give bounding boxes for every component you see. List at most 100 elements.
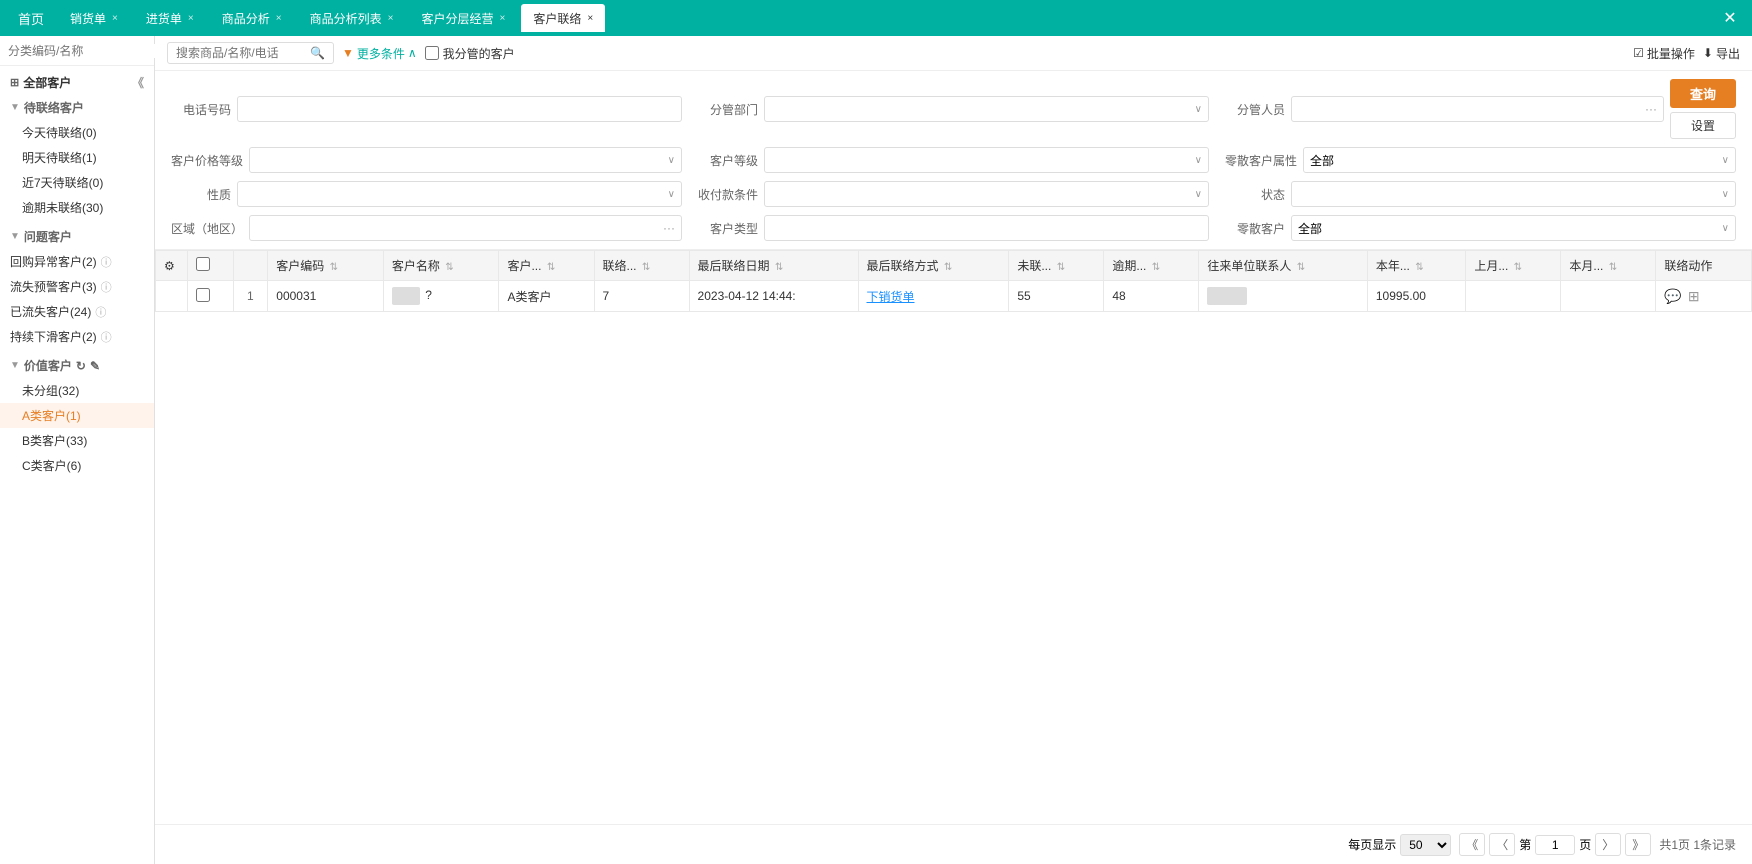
sidebar-search-input[interactable]	[8, 44, 163, 58]
sort-this-year-icon[interactable]: ⇅	[1415, 262, 1423, 273]
info-icon-declining[interactable]: ⓘ	[101, 329, 112, 345]
page-label: 第	[1519, 836, 1531, 853]
sort-last-date-icon[interactable]: ⇅	[775, 262, 783, 273]
filter-search-input[interactable]	[176, 46, 306, 60]
status-label: 状态	[1225, 186, 1285, 203]
page-number-input[interactable]	[1535, 835, 1575, 855]
sidebar-item-churn-warning[interactable]: 流失预警客户(3) ⓘ	[0, 274, 154, 299]
tab-sales-order[interactable]: 销货单 ×	[58, 4, 130, 32]
customer-grade-input[interactable]: ∨	[764, 147, 1209, 173]
value-customers-label: 价值客户	[24, 357, 72, 374]
info-icon-churned[interactable]: ⓘ	[95, 304, 106, 320]
my-customers-check[interactable]	[425, 46, 439, 60]
filter-row-status: 状态 ∨	[1225, 181, 1736, 207]
sidebar-item-ungrouped[interactable]: 未分组(32)	[0, 378, 154, 403]
sidebar-item-today-contact[interactable]: 今天待联络(0)	[0, 120, 154, 145]
col-settings[interactable]: ⚙	[156, 251, 188, 281]
value-customers-group-label[interactable]: ▼ 价值客户 ↻ ✎	[0, 353, 154, 378]
info-icon-repurchase[interactable]: ⓘ	[101, 254, 112, 270]
home-tab[interactable]: 首页	[8, 9, 54, 28]
export-button[interactable]: ⬇ 导出	[1703, 45, 1740, 62]
tab-purchase-order[interactable]: 进货单 ×	[134, 4, 206, 32]
price-grade-input[interactable]: ∨	[249, 147, 682, 173]
query-button[interactable]: 查询	[1670, 79, 1736, 108]
sidebar-item-class-c[interactable]: C类客户(6)	[0, 453, 154, 478]
sort-uncontact-icon[interactable]: ⇅	[1057, 262, 1065, 273]
batch-operation-button[interactable]: ☑ 批量操作	[1633, 45, 1695, 62]
problem-customers-group-label[interactable]: ▼ 问题客户	[0, 224, 154, 249]
sort-last-month-icon[interactable]: ⇅	[1514, 262, 1522, 273]
first-page-button[interactable]: 《	[1459, 833, 1485, 856]
sidebar-item-churned[interactable]: 已流失客户(24) ⓘ	[0, 299, 154, 324]
prev-page-button[interactable]: 〈	[1489, 833, 1515, 856]
pending-contact-label: 待联络客户	[24, 99, 84, 116]
more-conditions-button[interactable]: ▼ 更多条件 ∧	[342, 45, 417, 62]
row-select-checkbox[interactable]	[196, 288, 210, 302]
sort-code-icon[interactable]: ⇅	[330, 262, 338, 273]
price-grade-arrow-icon: ∨	[668, 155, 675, 166]
link-icon[interactable]: ⊞	[1688, 288, 1700, 305]
status-input[interactable]: ∨	[1291, 181, 1736, 207]
sort-unit-contact-icon[interactable]: ⇅	[1297, 262, 1305, 273]
close-product-analysis-icon[interactable]: ×	[276, 13, 282, 24]
sidebar-item-tomorrow-contact[interactable]: 明天待联络(1)	[0, 145, 154, 170]
phone-input[interactable]	[237, 96, 682, 122]
sidebar-item-repurchase-abnormal[interactable]: 回购异常客户(2) ⓘ	[0, 249, 154, 274]
sort-last-method-icon[interactable]: ⇅	[944, 262, 952, 273]
sort-overdue-icon[interactable]: ⇅	[1152, 262, 1160, 273]
last-page-button[interactable]: 》	[1625, 833, 1651, 856]
page-size-select-input[interactable]: 50 100 200	[1400, 834, 1451, 856]
window-close-button[interactable]: ✕	[1716, 4, 1744, 32]
sidebar-item-overdue-contact[interactable]: 逾期未联络(30)	[0, 195, 154, 220]
manager-dots-icon: ···	[1645, 102, 1657, 116]
settings-button[interactable]: 设置	[1670, 112, 1736, 139]
region-input[interactable]: ···	[249, 215, 682, 241]
col-last-month: 上月... ⇅	[1466, 251, 1561, 281]
close-customer-segment-icon[interactable]: ×	[499, 13, 505, 24]
retail-customer-input[interactable]: 全部 ∨	[1291, 215, 1736, 241]
nature-input[interactable]: ∨	[237, 181, 682, 207]
close-product-analysis-list-icon[interactable]: ×	[388, 13, 394, 24]
sidebar-item-declining[interactable]: 持续下滑客户(2) ⓘ	[0, 324, 154, 349]
batch-icon: ☑	[1633, 46, 1644, 60]
col-uncontact: 未联... ⇅	[1009, 251, 1104, 281]
my-customers-checkbox[interactable]: 我分管的客户	[425, 45, 515, 62]
tab-customer-segment[interactable]: 客户分层经营 ×	[409, 4, 517, 32]
tab-product-analysis-list[interactable]: 商品分析列表 ×	[298, 4, 406, 32]
pay-condition-input[interactable]: ∨	[764, 181, 1209, 207]
info-icon-churn-warning[interactable]: ⓘ	[101, 279, 112, 295]
edit-icon[interactable]: ✎	[90, 359, 100, 373]
sidebar-item-7days-contact[interactable]: 近7天待联络(0)	[0, 170, 154, 195]
chat-icon[interactable]: 💬	[1664, 288, 1681, 305]
last-method-link[interactable]: 下销货单	[867, 290, 915, 304]
table-header-row: ⚙ 客户编码 ⇅ 客户名称 ⇅ 客户... ⇅	[156, 251, 1752, 281]
filter-row-manager: 分管人员 ··· 查询 设置	[1225, 79, 1736, 139]
sort-contact-icon[interactable]: ⇅	[642, 262, 650, 273]
sidebar-item-class-a[interactable]: A类客户(1)	[0, 403, 154, 428]
filter-row-retail-attr: 零散客户属性 全部 ∨	[1225, 147, 1736, 173]
sort-type-icon[interactable]: ⇅	[547, 262, 555, 273]
sort-this-month-icon[interactable]: ⇅	[1609, 262, 1617, 273]
sidebar-collapse-button[interactable]: 《	[132, 74, 144, 91]
filter-row-retail-customer: 零散客户 全部 ∨	[1225, 215, 1736, 241]
next-page-button[interactable]: 〉	[1595, 833, 1621, 856]
refresh-icon[interactable]: ↻	[76, 359, 86, 373]
select-all-checkbox[interactable]	[196, 257, 210, 271]
close-customer-contact-icon[interactable]: ×	[587, 13, 593, 24]
close-sales-order-icon[interactable]: ×	[112, 13, 118, 24]
manager-label: 分管人员	[1225, 101, 1285, 118]
filter-search-icon[interactable]: 🔍	[310, 46, 325, 60]
tab-product-analysis[interactable]: 商品分析 ×	[210, 4, 294, 32]
close-purchase-order-icon[interactable]: ×	[188, 13, 194, 24]
customer-type-input[interactable]	[764, 215, 1209, 241]
tab-customer-contact[interactable]: 客户联络 ×	[521, 4, 605, 32]
sort-name-icon[interactable]: ⇅	[445, 262, 453, 273]
filter-search-box[interactable]: 🔍	[167, 42, 334, 64]
row-last-month-cell	[1466, 281, 1561, 312]
retail-attr-input[interactable]: 全部 ∨	[1303, 147, 1736, 173]
sidebar-item-class-b[interactable]: B类客户(33)	[0, 428, 154, 453]
pending-contact-group-label[interactable]: ▼ 待联络客户	[0, 95, 154, 120]
manager-input[interactable]: ···	[1291, 96, 1664, 122]
advanced-filter-panel: 电话号码 分管部门 ∨ 分管人员 ··· 查询	[155, 71, 1752, 250]
dept-input[interactable]: ∨	[764, 96, 1209, 122]
